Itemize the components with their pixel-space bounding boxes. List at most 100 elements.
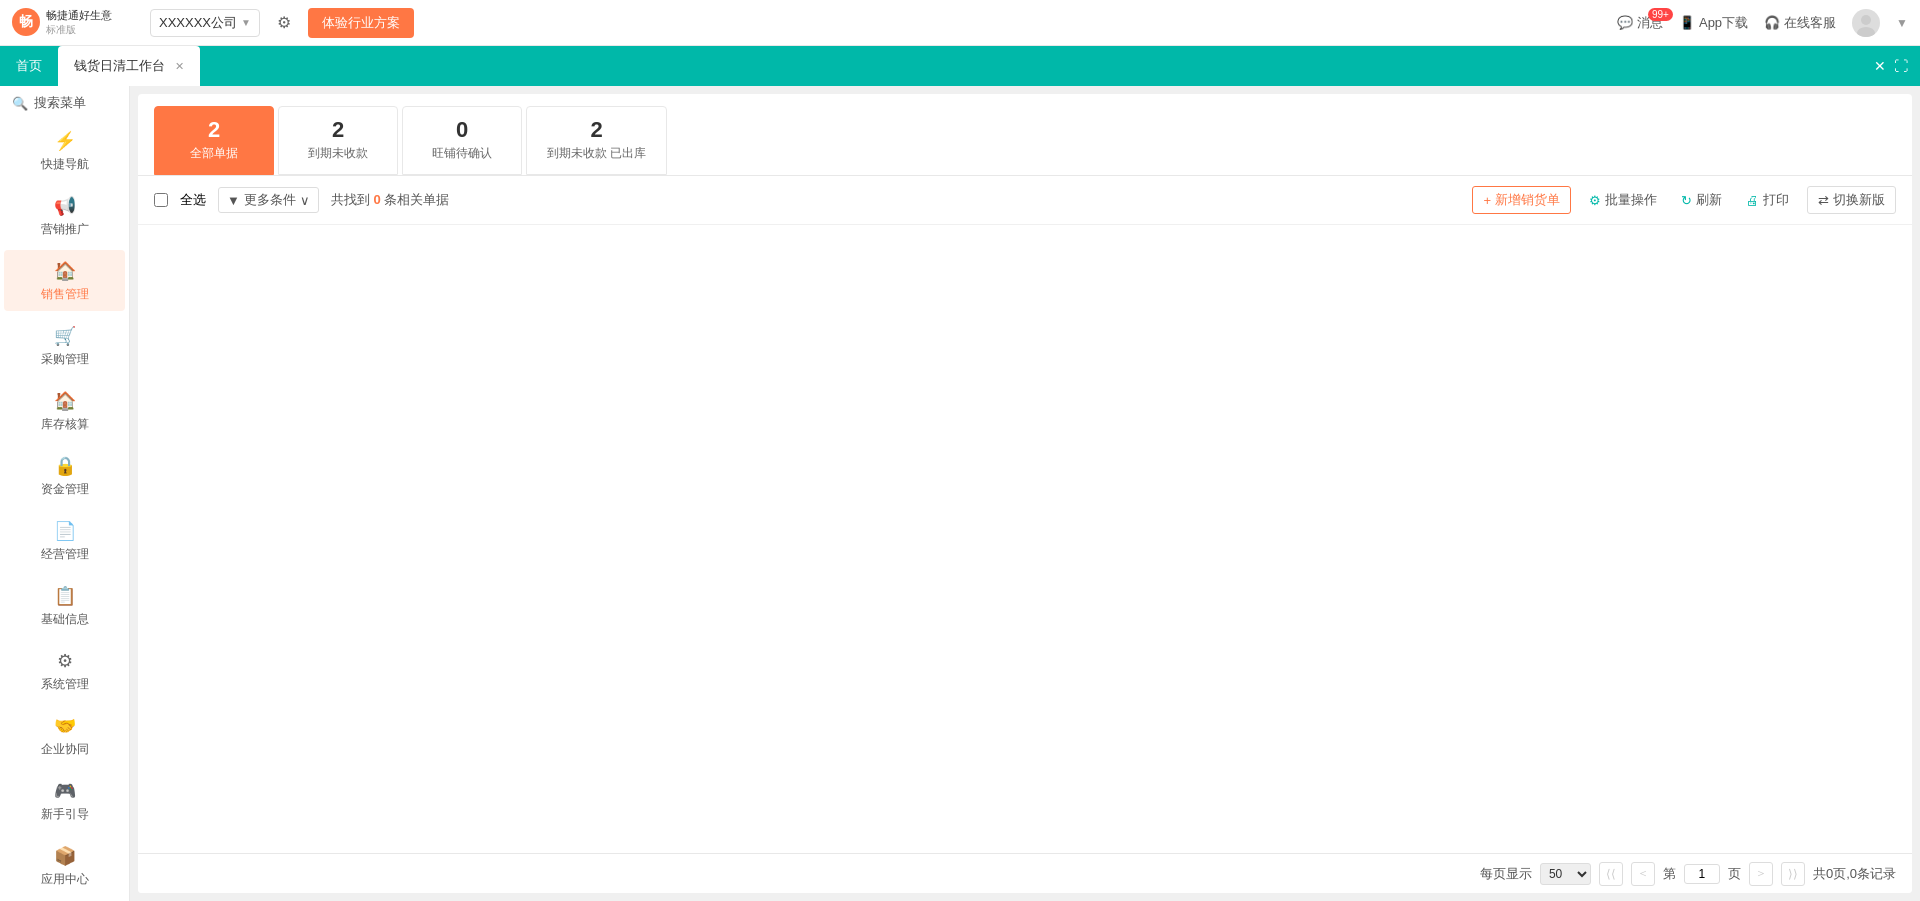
sidebar-label-sales: 销售管理 xyxy=(41,286,89,303)
message-button[interactable]: 💬 消息 99+ xyxy=(1617,14,1663,32)
sidebar-item-operation[interactable]: 📄 经营管理 xyxy=(4,510,125,571)
quick-nav-icon: ⚡ xyxy=(54,130,76,152)
top-header: 畅 畅捷通好生意 标准版 XXXXXX公司 ▼ ⚙ 体验行业方案 💬 消息 99… xyxy=(0,0,1920,46)
switch-version-button[interactable]: ⇄ 切换新版 xyxy=(1807,186,1896,214)
tab-work[interactable]: 钱货日清工作台 ✕ xyxy=(58,46,200,86)
purchase-icon: 🛒 xyxy=(54,325,76,347)
expand-nav-icon[interactable]: ⛶ xyxy=(1894,58,1908,74)
username-area[interactable]: ▼ xyxy=(1896,16,1908,30)
tab-all-count: 2 xyxy=(175,117,253,143)
summary-tabs: 2 全部单据 2 到期未收款 0 旺铺待确认 2 到期未收款 已出库 xyxy=(138,94,1912,176)
tab-overdue-label: 到期未收款 xyxy=(299,145,377,162)
print-label: 打印 xyxy=(1763,191,1789,209)
sidebar-label-operation: 经营管理 xyxy=(41,546,89,563)
page-label-suffix: 页 xyxy=(1728,865,1741,883)
chevron-down-icon: ▼ xyxy=(241,17,251,28)
tab-work-label: 钱货日清工作台 xyxy=(74,57,165,75)
first-page-button[interactable]: ⟨⟨ xyxy=(1599,862,1623,886)
refresh-button[interactable]: ↻ 刷新 xyxy=(1675,188,1728,212)
company-selector[interactable]: XXXXXX公司 ▼ xyxy=(150,9,260,37)
header-right: 💬 消息 99+ 📱 App下载 🎧 在线客服 ▼ xyxy=(1617,9,1908,37)
page-label: 第 xyxy=(1663,865,1676,883)
sidebar-label-inventory: 库存核算 xyxy=(41,416,89,433)
last-page-button[interactable]: ⟩⟩ xyxy=(1781,862,1805,886)
toolbar-left: 全选 ▼ 更多条件 ∨ 共找到 0 条相关单据 xyxy=(154,187,449,213)
close-tab-icon[interactable]: ✕ xyxy=(175,60,184,73)
app-icon: 📱 xyxy=(1679,15,1695,30)
svg-point-1 xyxy=(1857,27,1875,37)
page-number-input[interactable] xyxy=(1684,864,1720,884)
sidebar-label-enterprise: 企业协同 xyxy=(41,741,89,758)
filter-label: 更多条件 xyxy=(244,191,296,209)
close-nav-icon[interactable]: ✕ xyxy=(1874,58,1886,74)
search-menu-label: 搜索菜单 xyxy=(34,94,86,112)
sidebar-item-guide[interactable]: 🎮 新手引导 xyxy=(4,770,125,831)
inventory-icon: 🏠 xyxy=(54,390,76,412)
sidebar-item-system[interactable]: ⚙ 系统管理 xyxy=(4,640,125,701)
tab-home[interactable]: 首页 xyxy=(0,46,58,86)
company-name: XXXXXX公司 xyxy=(159,14,237,32)
logo-area: 畅 畅捷通好生意 标准版 xyxy=(12,8,142,36)
tab-shipped[interactable]: 2 到期未收款 已出库 xyxy=(526,106,667,175)
search-icon: 🔍 xyxy=(12,96,28,111)
filter-button[interactable]: ▼ 更多条件 ∨ xyxy=(218,187,319,213)
base-info-icon: 📋 xyxy=(54,585,76,607)
nav-bar-actions: ✕ ⛶ xyxy=(1874,58,1920,74)
prev-page-button[interactable]: ＜ xyxy=(1631,862,1655,886)
sidebar-item-sales[interactable]: 🏠 销售管理 xyxy=(4,250,125,311)
sidebar-item-marketing[interactable]: 📢 营销推广 xyxy=(4,185,125,246)
main-layout: 🔍 搜索菜单 ⚡ 快捷导航 📢 营销推广 🏠 销售管理 🛒 采购管理 🏠 库存核… xyxy=(0,86,1920,901)
search-menu-button[interactable]: 🔍 搜索菜单 xyxy=(0,86,129,118)
enterprise-icon: 🤝 xyxy=(54,715,76,737)
tab-all-orders[interactable]: 2 全部单据 xyxy=(154,106,274,175)
message-badge: 99+ xyxy=(1648,8,1673,21)
batch-operation-button[interactable]: ⚙ 批量操作 xyxy=(1583,188,1663,212)
refresh-label: 刷新 xyxy=(1696,191,1722,209)
tab-pending[interactable]: 0 旺铺待确认 xyxy=(402,106,522,175)
trial-button[interactable]: 体验行业方案 xyxy=(308,8,414,38)
sidebar-item-base-info[interactable]: 📋 基础信息 xyxy=(4,575,125,636)
sidebar-item-app-center[interactable]: 📦 应用中心 xyxy=(4,835,125,896)
service-label: 在线客服 xyxy=(1784,14,1836,32)
per-page-select[interactable]: 10 20 50 100 xyxy=(1540,863,1591,885)
print-button[interactable]: 🖨 打印 xyxy=(1740,188,1795,212)
finance-icon: 🔒 xyxy=(54,455,76,477)
batch-icon: ⚙ xyxy=(1589,193,1601,208)
message-icon: 💬 xyxy=(1617,15,1633,30)
app-label: App下载 xyxy=(1699,14,1748,32)
add-sales-order-button[interactable]: + 新增销货单 xyxy=(1472,186,1571,214)
sidebar-item-purchase[interactable]: 🛒 采购管理 xyxy=(4,315,125,376)
sidebar-item-finance[interactable]: 🔒 资金管理 xyxy=(4,445,125,506)
print-icon: 🖨 xyxy=(1746,193,1759,208)
sidebar-label-app-center: 应用中心 xyxy=(41,871,89,888)
switch-icon: ⇄ xyxy=(1818,193,1829,208)
select-all-checkbox[interactable] xyxy=(154,193,168,207)
sidebar-item-quick-nav[interactable]: ⚡ 快捷导航 xyxy=(4,120,125,181)
logo-icon: 畅 xyxy=(12,8,40,36)
settings-icon[interactable]: ⚙ xyxy=(268,7,300,39)
per-page-label: 每页显示 xyxy=(1480,865,1532,883)
app-download-button[interactable]: 📱 App下载 xyxy=(1679,14,1748,32)
found-text: 共找到 0 条相关单据 xyxy=(331,191,449,209)
avatar[interactable] xyxy=(1852,9,1880,37)
sidebar-label-system: 系统管理 xyxy=(41,676,89,693)
tab-shipped-count: 2 xyxy=(547,117,646,143)
total-records-label: 共0页,0条记录 xyxy=(1813,865,1896,883)
sidebar-label-marketing: 营销推广 xyxy=(41,221,89,238)
tab-pending-count: 0 xyxy=(423,117,501,143)
sidebar: 🔍 搜索菜单 ⚡ 快捷导航 📢 营销推广 🏠 销售管理 🛒 采购管理 🏠 库存核… xyxy=(0,86,130,901)
sidebar-item-inventory[interactable]: 🏠 库存核算 xyxy=(4,380,125,441)
online-service-button[interactable]: 🎧 在线客服 xyxy=(1764,14,1836,32)
select-all-label: 全选 xyxy=(180,191,206,209)
tab-pending-label: 旺铺待确认 xyxy=(423,145,501,162)
sales-icon: 🏠 xyxy=(54,260,76,282)
tab-all-label: 全部单据 xyxy=(175,145,253,162)
sidebar-item-enterprise[interactable]: 🤝 企业协同 xyxy=(4,705,125,766)
next-page-button[interactable]: ＞ xyxy=(1749,862,1773,886)
system-icon: ⚙ xyxy=(57,650,73,672)
sidebar-label-base-info: 基础信息 xyxy=(41,611,89,628)
tab-shipped-label: 到期未收款 已出库 xyxy=(547,145,646,162)
found-count: 0 xyxy=(374,192,381,207)
tab-overdue[interactable]: 2 到期未收款 xyxy=(278,106,398,175)
tab-overdue-count: 2 xyxy=(299,117,377,143)
